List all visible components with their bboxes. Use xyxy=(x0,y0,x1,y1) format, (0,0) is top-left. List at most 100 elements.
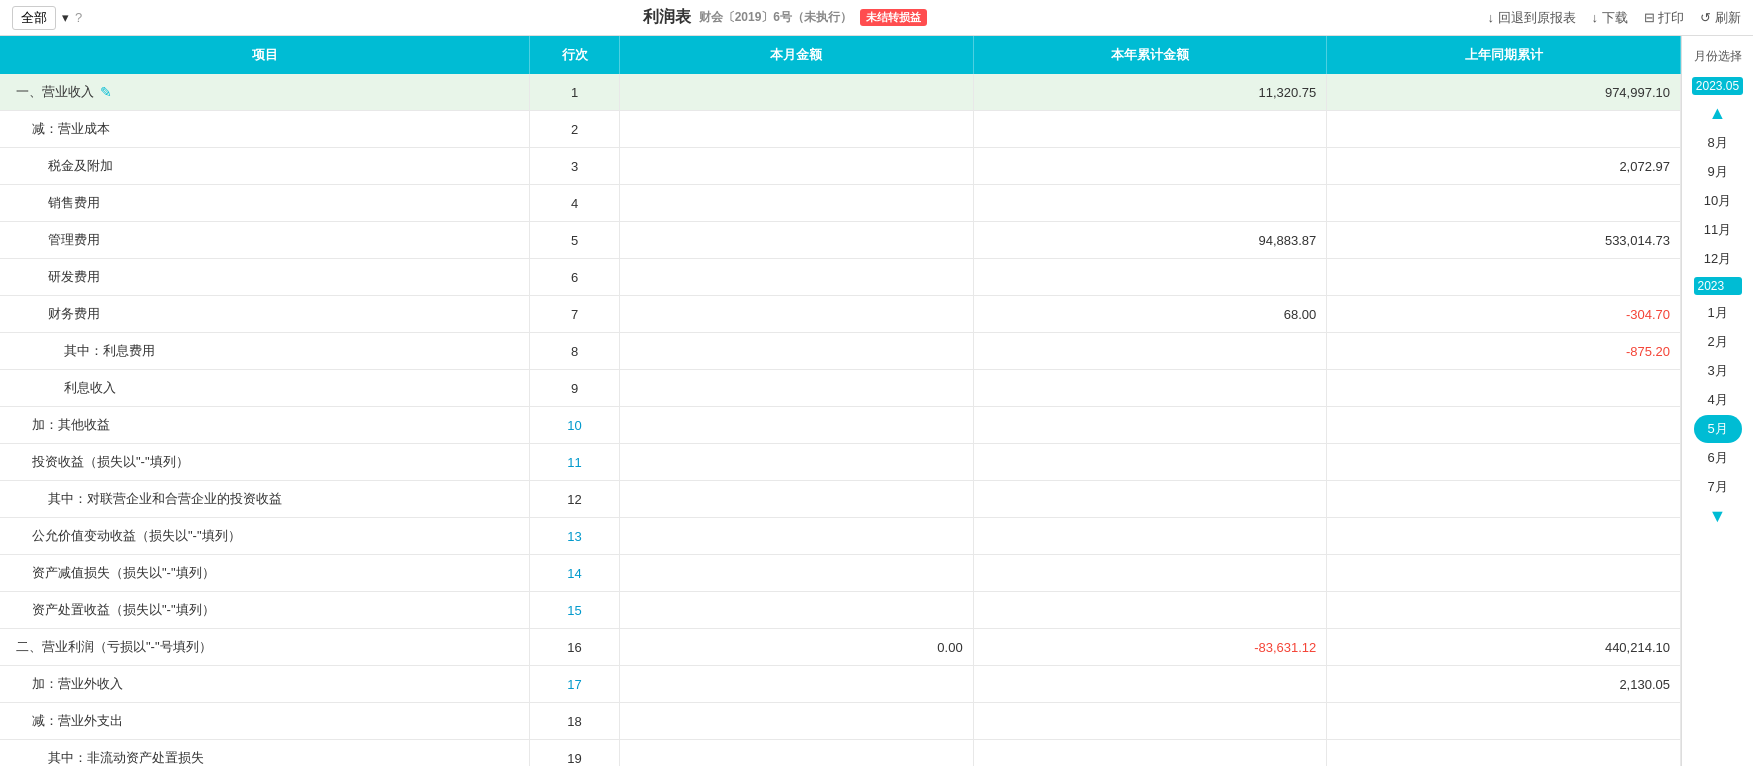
cell-current-month xyxy=(620,703,974,739)
cell-label: 资产处置收益（损失以"-"填列） xyxy=(0,592,530,628)
sidebar-month-item[interactable]: 8月 xyxy=(1694,129,1742,157)
cell-prior-year xyxy=(1327,555,1681,591)
cell-prior-year xyxy=(1327,111,1681,147)
cell-current-month xyxy=(620,370,974,406)
cell-label: 减：营业成本 xyxy=(0,111,530,147)
cell-row-num: 19 xyxy=(530,740,620,766)
sidebar-month-item[interactable]: 7月 xyxy=(1694,473,1742,501)
cell-label: 研发费用 xyxy=(0,259,530,295)
cell-current-month xyxy=(620,148,974,184)
table-row: 其中：对联营企业和合营企业的投资收益12 xyxy=(0,481,1681,518)
help-icon[interactable]: ? xyxy=(75,10,82,25)
table-row: 研发费用6 xyxy=(0,259,1681,296)
cell-row-num: 14 xyxy=(530,555,620,591)
table-row: 减：营业成本2 xyxy=(0,111,1681,148)
cell-label: 其中：非流动资产处置损失 xyxy=(0,740,530,766)
all-button[interactable]: 全部 xyxy=(12,6,56,30)
cell-row-num: 15 xyxy=(530,592,620,628)
sidebar-nav-down[interactable]: ▼ xyxy=(1705,502,1731,531)
cell-current-month xyxy=(620,444,974,480)
sidebar-month-item[interactable]: 2月 xyxy=(1694,328,1742,356)
cell-row-num: 10 xyxy=(530,407,620,443)
cell-ytd xyxy=(974,370,1328,406)
th-current: 本月金额 xyxy=(620,36,974,74)
table-row: 一、营业收入✎111,320.75974,997.10 xyxy=(0,74,1681,111)
table-row: 税金及附加3 2,072.97 xyxy=(0,148,1681,185)
cell-label: 其中：利息费用 xyxy=(0,333,530,369)
cell-current-month xyxy=(620,185,974,221)
report-title: 利润表 xyxy=(643,7,691,28)
cell-row-num: 4 xyxy=(530,185,620,221)
cell-prior-year: 2,072.97 xyxy=(1327,148,1681,184)
cell-current-month xyxy=(620,666,974,702)
table-body: 一、营业收入✎111,320.75974,997.10减：营业成本2税金及附加3… xyxy=(0,74,1681,766)
cell-label: 加：营业外收入 xyxy=(0,666,530,702)
cell-current-month xyxy=(620,407,974,443)
cell-row-num: 8 xyxy=(530,333,620,369)
cell-prior-year xyxy=(1327,481,1681,517)
table-row: 利息收入9 xyxy=(0,370,1681,407)
edit-icon[interactable]: ✎ xyxy=(100,84,112,100)
top-bar-center: 利润表 财会〔2019〕6号（未执行） 未结转损益 xyxy=(643,7,927,28)
sidebar-month-item[interactable]: 4月 xyxy=(1694,386,1742,414)
cell-row-num: 3 xyxy=(530,148,620,184)
sidebar-month-item[interactable]: 12月 xyxy=(1694,245,1742,273)
sidebar-month-item[interactable]: 6月 xyxy=(1694,444,1742,472)
cell-label: 资产减值损失（损失以"-"填列） xyxy=(0,555,530,591)
cell-prior-year: 440,214.10 xyxy=(1327,629,1681,665)
cell-current-month xyxy=(620,333,974,369)
table-row: 资产减值损失（损失以"-"填列）14 xyxy=(0,555,1681,592)
main-layout: 项目 行次 本月金额 本年累计金额 上年同期累计 一、营业收入✎111,320.… xyxy=(0,36,1753,766)
cell-ytd xyxy=(974,703,1328,739)
cell-row-num: 12 xyxy=(530,481,620,517)
cell-label: 投资收益（损失以"-"填列） xyxy=(0,444,530,480)
table-area: 项目 行次 本月金额 本年累计金额 上年同期累计 一、营业收入✎111,320.… xyxy=(0,36,1681,766)
cell-current-month xyxy=(620,296,974,332)
cell-current-month xyxy=(620,259,974,295)
sidebar-month-item[interactable]: 1月 xyxy=(1694,299,1742,327)
sidebar-nav-up[interactable]: ▲ xyxy=(1705,99,1731,128)
cell-label: 其中：对联营企业和合营企业的投资收益 xyxy=(0,481,530,517)
download-button[interactable]: ↓ 下载 xyxy=(1592,9,1628,27)
sidebar-month-item[interactable]: 5月 xyxy=(1694,415,1742,443)
print-button[interactable]: ⊟ 打印 xyxy=(1644,9,1685,27)
cell-row-num: 11 xyxy=(530,444,620,480)
cell-current-month xyxy=(620,481,974,517)
sidebar-month-item[interactable]: 9月 xyxy=(1694,158,1742,186)
sidebar-year-badge: 2023.05 xyxy=(1692,77,1743,95)
cell-ytd xyxy=(974,333,1328,369)
status-badge[interactable]: 未结转损益 xyxy=(860,9,927,26)
back-button[interactable]: ↓ 回退到原报表 xyxy=(1487,9,1575,27)
table-row: 管理费用594,883.87533,014.73 xyxy=(0,222,1681,259)
dropdown-icon: ▾ xyxy=(62,10,69,25)
table-row: 其中：利息费用8-875.20 xyxy=(0,333,1681,370)
cell-ytd xyxy=(974,481,1328,517)
cell-current-month xyxy=(620,74,974,110)
cell-current-month xyxy=(620,740,974,766)
cell-label: 管理费用 xyxy=(0,222,530,258)
cell-label: 税金及附加 xyxy=(0,148,530,184)
table-row: 减：营业外支出18 xyxy=(0,703,1681,740)
sidebar-month-item[interactable]: 10月 xyxy=(1694,187,1742,215)
cell-current-month xyxy=(620,111,974,147)
cell-ytd xyxy=(974,444,1328,480)
cell-ytd xyxy=(974,185,1328,221)
cell-prior-year xyxy=(1327,740,1681,766)
cell-label: 财务费用 xyxy=(0,296,530,332)
sidebar-month-item[interactable]: 11月 xyxy=(1694,216,1742,244)
cell-ytd: -83,631.12 xyxy=(974,629,1328,665)
cell-row-num: 1 xyxy=(530,74,620,110)
sidebar: 月份选择 2023.05 ▲ 8月9月10月11月12月20231月2月3月4月… xyxy=(1681,36,1753,766)
cell-ytd xyxy=(974,259,1328,295)
cell-ytd xyxy=(974,666,1328,702)
cell-prior-year xyxy=(1327,518,1681,554)
cell-current-month xyxy=(620,592,974,628)
report-meta: 财会〔2019〕6号（未执行） xyxy=(699,9,852,26)
cell-ytd xyxy=(974,148,1328,184)
sidebar-month-item[interactable]: 3月 xyxy=(1694,357,1742,385)
cell-current-month xyxy=(620,555,974,591)
refresh-button[interactable]: ↺ 刷新 xyxy=(1700,9,1741,27)
cell-row-num: 5 xyxy=(530,222,620,258)
sidebar-title: 月份选择 xyxy=(1692,44,1744,69)
cell-label: 公允价值变动收益（损失以"-"填列） xyxy=(0,518,530,554)
